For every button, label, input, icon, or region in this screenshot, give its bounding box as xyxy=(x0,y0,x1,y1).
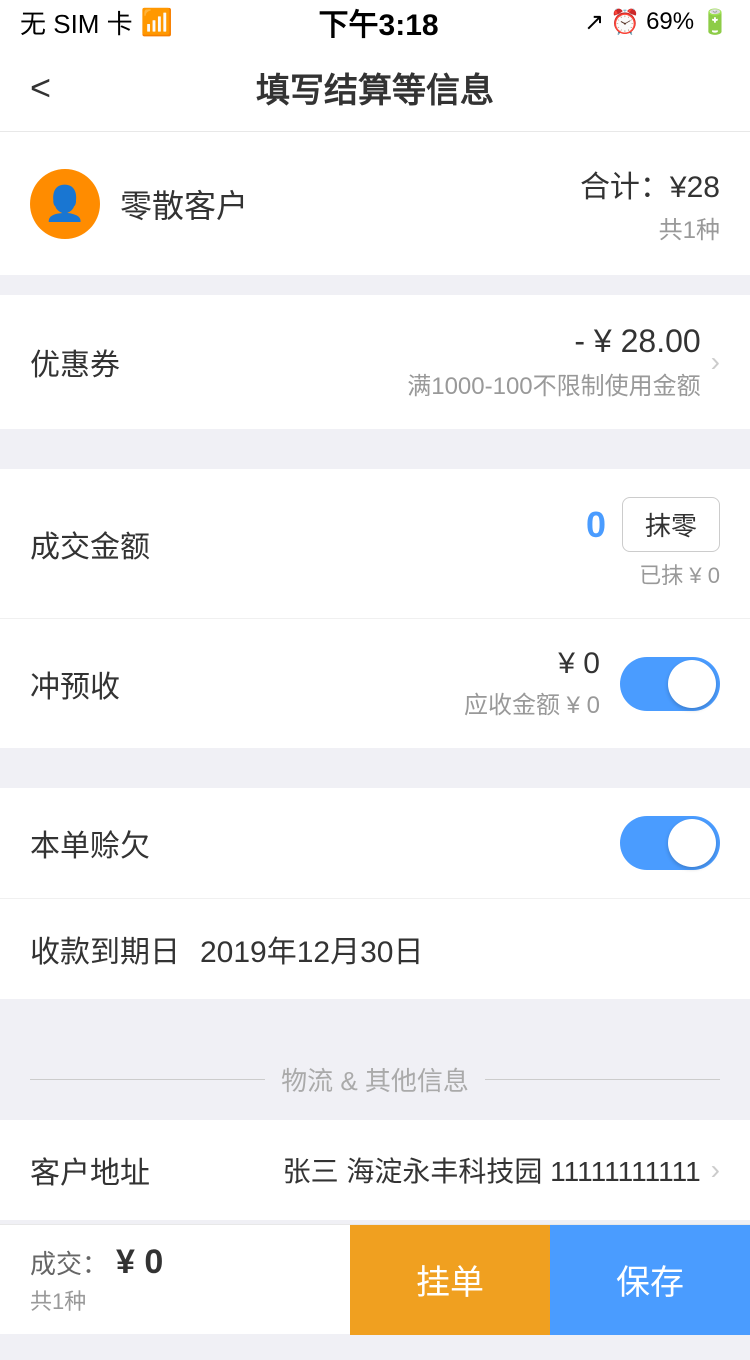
separator-2 xyxy=(0,768,750,788)
debt-row: 本单赊欠 xyxy=(0,788,750,898)
customer-name: 零散客户 xyxy=(120,181,248,227)
nav-bar: < 填写结算等信息 xyxy=(0,44,750,132)
battery-label: 69% xyxy=(646,8,694,36)
address-section: 客户地址 张三 海淀永丰科技园 11111111111 › xyxy=(0,1120,750,1220)
logistics-line-right xyxy=(485,1079,720,1080)
debt-toggle[interactable] xyxy=(620,816,720,870)
bottom-deal-label: 成交： xyxy=(30,1244,108,1281)
prereceive-right: ¥ 0 应收金额 ¥ 0 xyxy=(464,647,720,720)
status-left: 无 SIM 卡 📶 xyxy=(20,4,173,41)
status-time: 下午3:18 xyxy=(319,0,439,44)
bottom-deal-count: 共1种 xyxy=(30,1284,320,1316)
no-sim-label: 无 SIM 卡 xyxy=(20,4,133,41)
address-row-inner: 客户地址 张三 海淀永丰科技园 11111111111 › xyxy=(30,1148,720,1192)
address-label: 客户地址 xyxy=(30,1148,150,1192)
status-right: ↗ ⏰ 69% 🔋 xyxy=(584,8,730,37)
deal-section: 成交金额 抹零 已抹 ¥ 0 冲预收 ¥ 0 应收金额 ¥ 0 xyxy=(0,469,750,748)
prereceive-amount: ¥ 0 xyxy=(558,647,600,681)
prereceive-text-col: ¥ 0 应收金额 ¥ 0 xyxy=(464,647,600,720)
coupon-value: - ¥ 28.00 满1000-100不限制使用金额 xyxy=(407,323,700,401)
deal-amount-label: 成交金额 xyxy=(30,522,150,566)
coupon-row-right: - ¥ 28.00 满1000-100不限制使用金额 › xyxy=(407,323,720,401)
logistics-title: 物流 & 其他信息 xyxy=(281,1061,469,1098)
back-button[interactable]: < xyxy=(30,67,51,109)
toggle-knob xyxy=(668,660,716,708)
already-rounded: 已抹 ¥ 0 xyxy=(639,558,720,590)
prereceive-label: 冲预收 xyxy=(30,662,150,706)
debt-toggle-knob xyxy=(668,819,716,867)
total-count: 共1种 xyxy=(580,210,720,245)
separator-3 xyxy=(0,1019,750,1039)
prereceive-row: 冲预收 ¥ 0 应收金额 ¥ 0 xyxy=(0,618,750,748)
avatar-icon: 👤 xyxy=(44,184,86,224)
address-row[interactable]: 客户地址 张三 海淀永丰科技园 11111111111 › xyxy=(0,1120,750,1220)
address-value: 张三 海淀永丰科技园 11111111111 xyxy=(170,1150,701,1190)
location-icon: ↗ xyxy=(584,8,604,37)
customer-section: 👤 零散客户 合计：¥28 共1种 xyxy=(0,132,750,275)
coupon-amount: - ¥ 28.00 xyxy=(574,323,700,360)
separator-1 xyxy=(0,449,750,469)
coupon-desc: 满1000-100不限制使用金额 xyxy=(407,366,700,401)
coupon-label: 优惠券 xyxy=(30,340,150,384)
bottom-deal-amount: ¥ 0 xyxy=(116,1243,163,1282)
deal-right-col: 抹零 已抹 ¥ 0 xyxy=(406,497,720,590)
due-date-label: 收款到期日 xyxy=(30,927,180,971)
customer-row: 👤 零散客户 合计：¥28 共1种 xyxy=(0,132,750,275)
save-button[interactable]: 保存 xyxy=(550,1225,750,1335)
logistics-line-left xyxy=(30,1079,265,1080)
bottom-left: 成交： ¥ 0 共1种 xyxy=(0,1243,350,1316)
debt-label: 本单赊欠 xyxy=(30,821,150,865)
chevron-right-icon: › xyxy=(711,346,720,378)
prereceive-toggle[interactable] xyxy=(620,657,720,711)
avatar: 👤 xyxy=(30,169,100,239)
coupon-row[interactable]: 优惠券 - ¥ 28.00 满1000-100不限制使用金额 › xyxy=(0,295,750,429)
hangup-button[interactable]: 挂单 xyxy=(350,1225,550,1335)
deal-amount-row: 成交金额 抹零 已抹 ¥ 0 xyxy=(0,469,750,618)
status-bar: 无 SIM 卡 📶 下午3:18 ↗ ⏰ 69% 🔋 xyxy=(0,0,750,44)
coupon-section: 优惠券 - ¥ 28.00 满1000-100不限制使用金额 › xyxy=(0,295,750,429)
round-zero-button[interactable]: 抹零 xyxy=(622,497,720,552)
content: 👤 零散客户 合计：¥28 共1种 优惠券 - ¥ 28.00 满1000-10… xyxy=(0,132,750,1360)
address-chevron-icon: › xyxy=(711,1154,720,1186)
customer-left: 👤 零散客户 xyxy=(30,169,248,239)
customer-right: 合计：¥28 共1种 xyxy=(580,162,720,245)
debt-section: 本单赊欠 收款到期日 2019年12月30日 xyxy=(0,788,750,999)
bottom-bar: 成交： ¥ 0 共1种 挂单 保存 xyxy=(0,1224,750,1334)
prereceive-receivable: 应收金额 ¥ 0 xyxy=(464,685,600,720)
alarm-icon: ⏰ xyxy=(610,8,640,37)
logistics-header: 物流 & 其他信息 xyxy=(0,1039,750,1120)
page-title: 填写结算等信息 xyxy=(256,63,494,112)
deal-amount-input[interactable] xyxy=(406,504,606,546)
battery-icon: 🔋 xyxy=(700,8,730,37)
total-amount: 合计：¥28 xyxy=(580,162,720,206)
deal-row-right: 抹零 xyxy=(406,497,720,552)
wifi-icon: 📶 xyxy=(141,7,173,38)
due-date-value[interactable]: 2019年12月30日 xyxy=(200,927,423,971)
due-date-row: 收款到期日 2019年12月30日 xyxy=(0,898,750,999)
